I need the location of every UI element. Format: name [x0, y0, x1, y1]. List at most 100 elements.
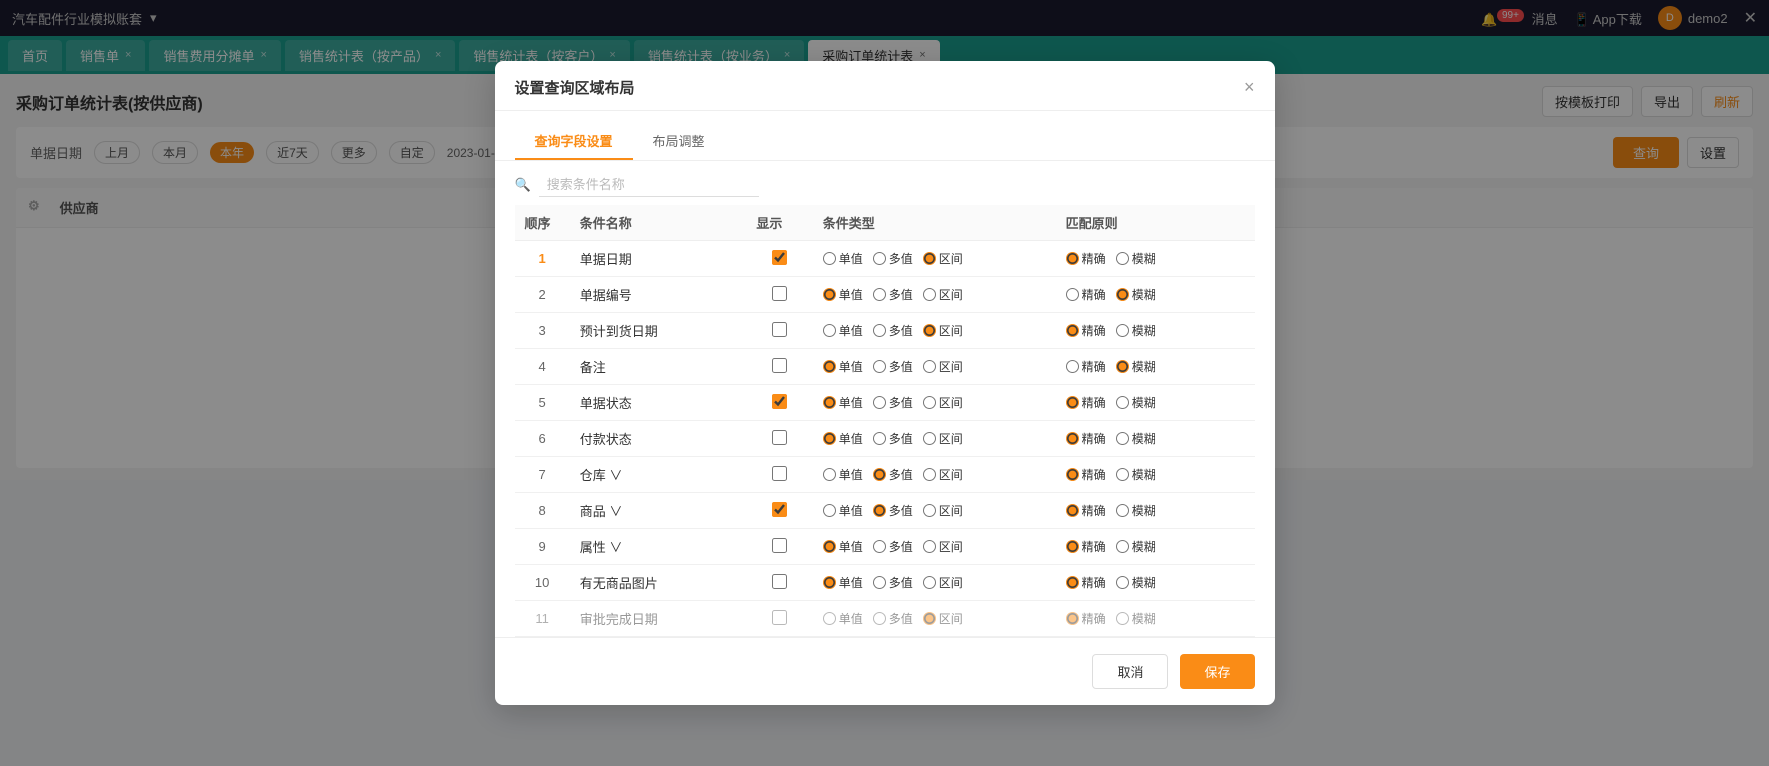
type-radio-label[interactable]: 多值	[873, 394, 913, 411]
type-radio-label[interactable]: 区间	[923, 466, 963, 483]
type-radio-label[interactable]: 单值	[823, 394, 863, 411]
show-checkbox[interactable]	[772, 538, 787, 553]
type-radio-label[interactable]: 多值	[873, 466, 913, 483]
type-radio[interactable]	[873, 504, 886, 517]
type-radio-label[interactable]: 区间	[923, 502, 963, 519]
rule-radio-label[interactable]: 精确	[1066, 502, 1106, 519]
show-checkbox[interactable]	[772, 502, 787, 517]
type-radio[interactable]	[923, 468, 936, 481]
type-radio[interactable]	[923, 612, 936, 625]
type-radio-label[interactable]: 单值	[823, 466, 863, 483]
type-radio-label[interactable]: 多值	[873, 574, 913, 591]
rule-radio[interactable]	[1116, 360, 1129, 373]
type-radio[interactable]	[923, 288, 936, 301]
type-radio-label[interactable]: 单值	[823, 430, 863, 447]
type-radio[interactable]	[823, 324, 836, 337]
modal-tab-query-fields[interactable]: 查询字段设置	[515, 123, 633, 160]
show-checkbox[interactable]	[772, 394, 787, 409]
search-input[interactable]	[539, 173, 759, 197]
type-radio-label[interactable]: 多值	[873, 250, 913, 267]
type-radio[interactable]	[923, 540, 936, 553]
rule-radio[interactable]	[1116, 432, 1129, 445]
rule-radio-label[interactable]: 模糊	[1116, 358, 1156, 375]
rule-radio-label[interactable]: 精确	[1066, 538, 1106, 555]
type-radio-label[interactable]: 多值	[873, 610, 913, 627]
rule-radio[interactable]	[1066, 360, 1079, 373]
type-radio-label[interactable]: 多值	[873, 286, 913, 303]
rule-radio-label[interactable]: 模糊	[1116, 610, 1156, 627]
type-radio-label[interactable]: 区间	[923, 358, 963, 375]
type-radio[interactable]	[873, 612, 886, 625]
type-radio-label[interactable]: 单值	[823, 574, 863, 591]
type-radio[interactable]	[923, 432, 936, 445]
type-radio-label[interactable]: 多值	[873, 322, 913, 339]
type-radio-label[interactable]: 单值	[823, 502, 863, 519]
type-radio[interactable]	[923, 576, 936, 589]
rule-radio-label[interactable]: 精确	[1066, 322, 1106, 339]
type-radio-label[interactable]: 区间	[923, 574, 963, 591]
type-radio[interactable]	[873, 396, 886, 409]
type-radio-label[interactable]: 单值	[823, 538, 863, 555]
rule-radio[interactable]	[1116, 612, 1129, 625]
cancel-button[interactable]: 取消	[1092, 654, 1168, 689]
show-checkbox[interactable]	[772, 466, 787, 481]
rule-radio-label[interactable]: 模糊	[1116, 394, 1156, 411]
type-radio[interactable]	[823, 288, 836, 301]
type-radio[interactable]	[823, 432, 836, 445]
type-radio-label[interactable]: 区间	[923, 430, 963, 447]
rule-radio[interactable]	[1116, 504, 1129, 517]
show-checkbox[interactable]	[772, 430, 787, 445]
type-radio-label[interactable]: 单值	[823, 358, 863, 375]
type-radio-label[interactable]: 单值	[823, 250, 863, 267]
rule-radio-label[interactable]: 模糊	[1116, 538, 1156, 555]
rule-radio-label[interactable]: 精确	[1066, 466, 1106, 483]
type-radio[interactable]	[923, 324, 936, 337]
type-radio[interactable]	[923, 504, 936, 517]
type-radio[interactable]	[823, 576, 836, 589]
rule-radio[interactable]	[1066, 432, 1079, 445]
save-button[interactable]: 保存	[1180, 654, 1254, 689]
type-radio-label[interactable]: 区间	[923, 394, 963, 411]
rule-radio-label[interactable]: 模糊	[1116, 502, 1156, 519]
type-radio-label[interactable]: 多值	[873, 358, 913, 375]
rule-radio-label[interactable]: 精确	[1066, 250, 1106, 267]
rule-radio-label[interactable]: 模糊	[1116, 574, 1156, 591]
type-radio[interactable]	[873, 324, 886, 337]
type-radio[interactable]	[823, 612, 836, 625]
type-radio[interactable]	[873, 576, 886, 589]
modal-tab-layout[interactable]: 布局调整	[633, 123, 725, 160]
type-radio[interactable]	[823, 540, 836, 553]
type-radio-label[interactable]: 多值	[873, 430, 913, 447]
type-radio-label[interactable]: 区间	[923, 286, 963, 303]
rule-radio-label[interactable]: 精确	[1066, 610, 1106, 627]
type-radio-label[interactable]: 多值	[873, 538, 913, 555]
rule-radio[interactable]	[1066, 468, 1079, 481]
rule-radio[interactable]	[1066, 396, 1079, 409]
type-radio[interactable]	[923, 360, 936, 373]
show-checkbox[interactable]	[772, 322, 787, 337]
rule-radio-label[interactable]: 精确	[1066, 286, 1106, 303]
rule-radio[interactable]	[1116, 324, 1129, 337]
modal-close-button[interactable]: ×	[1244, 77, 1255, 98]
type-radio[interactable]	[873, 432, 886, 445]
show-checkbox[interactable]	[772, 610, 787, 625]
type-radio-label[interactable]: 区间	[923, 322, 963, 339]
rule-radio-label[interactable]: 模糊	[1116, 286, 1156, 303]
rule-radio[interactable]	[1066, 324, 1079, 337]
type-radio-label[interactable]: 区间	[923, 610, 963, 627]
rule-radio[interactable]	[1116, 396, 1129, 409]
type-radio-label[interactable]: 多值	[873, 502, 913, 519]
type-radio-label[interactable]: 区间	[923, 250, 963, 267]
rule-radio[interactable]	[1116, 540, 1129, 553]
rule-radio-label[interactable]: 精确	[1066, 394, 1106, 411]
rule-radio[interactable]	[1066, 576, 1079, 589]
type-radio[interactable]	[823, 504, 836, 517]
rule-radio-label[interactable]: 精确	[1066, 574, 1106, 591]
type-radio[interactable]	[923, 396, 936, 409]
rule-radio[interactable]	[1066, 612, 1079, 625]
type-radio[interactable]	[923, 252, 936, 265]
rule-radio-label[interactable]: 精确	[1066, 358, 1106, 375]
show-checkbox[interactable]	[772, 286, 787, 301]
rule-radio[interactable]	[1116, 576, 1129, 589]
show-checkbox[interactable]	[772, 250, 787, 265]
